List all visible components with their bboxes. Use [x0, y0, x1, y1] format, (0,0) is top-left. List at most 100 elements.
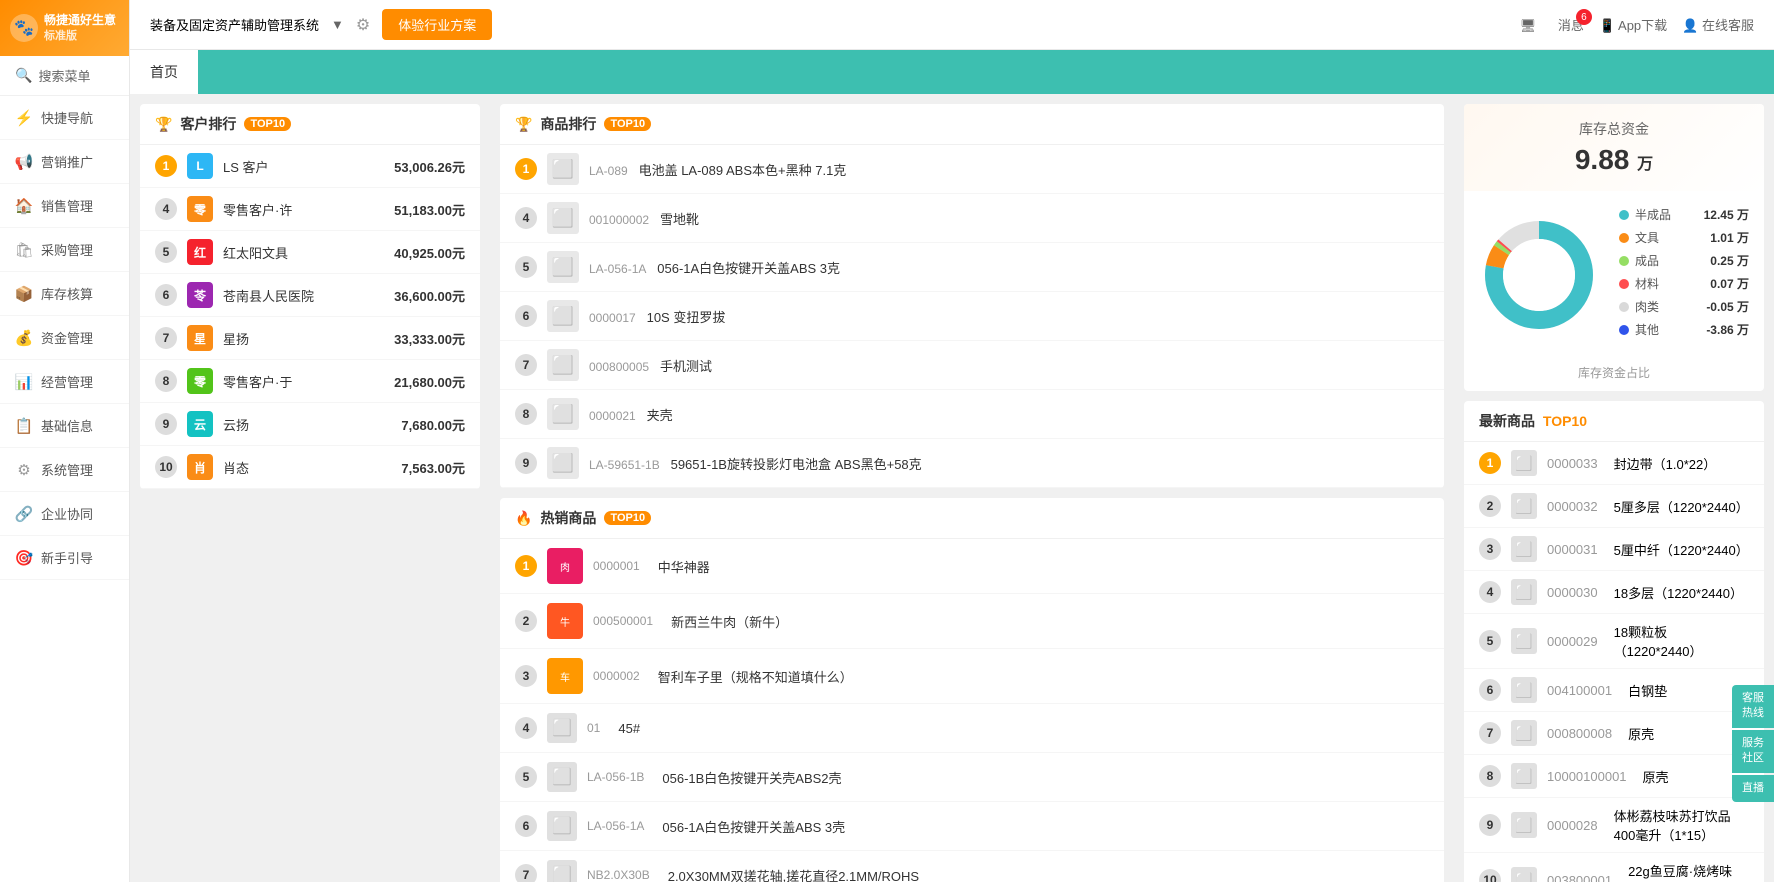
float-btn-service[interactable]: 客服热线 — [1732, 685, 1774, 728]
customer-rank-1[interactable]: 1 L LS 客户 53,006.26元 — [140, 145, 480, 188]
product-rank-7[interactable]: 9 ⬜ LA-59651-1B 59651-1B旋转投影灯电池盒 ABS黑色+5… — [500, 439, 1444, 488]
marketing-icon: 📢 — [15, 153, 33, 171]
product-rank-6[interactable]: 8 ⬜ 0000021 夹壳 — [500, 390, 1444, 439]
customer-rank-7[interactable]: 9 云 云扬 7,680.00元 — [140, 403, 480, 446]
hot-rank-5: 5 — [515, 766, 537, 788]
new-product-4[interactable]: 4 ⬜ 0000030 18多层（1220*2440） — [1464, 571, 1764, 614]
new-product-10[interactable]: 10 ⬜ 003800001 22g鱼豆腐·烧烤味（1*12*20） — [1464, 853, 1764, 882]
shortcut-icon: ⚡ — [15, 109, 33, 127]
new-product-3[interactable]: 3 ⬜ 0000031 5厘中纤（1220*2440） — [1464, 528, 1764, 571]
new-product-7[interactable]: 7 ⬜ 000800008 原壳 — [1464, 712, 1764, 755]
customer-avatar-8: 肖 — [187, 454, 213, 480]
sidebar-item-marketing[interactable]: 📢 营销推广 — [0, 140, 129, 184]
inventory-chart: 半成品 12.45 万 文具 1.01 万 成品 0.25 万 — [1464, 191, 1764, 359]
customer-avatar-5: 星 — [187, 325, 213, 351]
product-rank-5[interactable]: 7 ⬜ 000800005 手机测试 — [500, 341, 1444, 390]
message-icon: 🖥 — [1520, 18, 1537, 33]
product-thumb-7: ⬜ — [547, 447, 579, 479]
customer-rank-8[interactable]: 10 肖 肖态 7,563.00元 — [140, 446, 480, 489]
app-download[interactable]: 📱 App下载 — [1599, 15, 1667, 34]
hot-product-6[interactable]: 6 ⬜ LA-056-1A 056-1A白色按键开关盖ABS 3壳 — [500, 802, 1444, 851]
product-rank-1[interactable]: 1 ⬜ LA-089 电池盖 LA-089 ABS本色+黑种 7.1克 — [500, 145, 1444, 194]
legend-value-5: -0.05 万 — [1706, 298, 1749, 315]
legend-item-2: 文具 1.01 万 — [1619, 229, 1749, 246]
tab-home-label: 首页 — [150, 64, 178, 80]
product-rank-2[interactable]: 4 ⬜ 001000002 雪地靴 — [500, 194, 1444, 243]
sidebar-item-base[interactable]: 📋 基础信息 — [0, 404, 129, 448]
product-rank-4[interactable]: 6 ⬜ 0000017 10S 变扭罗拔 — [500, 292, 1444, 341]
trophy-icon: 🏆 — [155, 116, 172, 133]
settings-icon[interactable]: ⚙ — [356, 15, 370, 35]
customer-value-8: 7,563.00元 — [401, 458, 465, 477]
trial-button[interactable]: 体验行业方案 — [382, 9, 492, 40]
product-rank-3[interactable]: 5 ⬜ LA-056-1A 056-1A白色按键开关盖ABS 3克 — [500, 243, 1444, 292]
hot-thumb-7: ⬜ — [547, 860, 577, 882]
inventory-icon: 📦 — [15, 285, 33, 303]
new-thumb-5: ⬜ — [1511, 628, 1537, 654]
new-thumb-4: ⬜ — [1511, 579, 1537, 605]
sidebar-item-operation[interactable]: 📊 经营管理 — [0, 360, 129, 404]
online-service[interactable]: 👤 在线客服 — [1682, 15, 1754, 34]
header-left: 装备及固定资产辅助管理系统 ▼ ⚙ 体验行业方案 — [150, 9, 492, 40]
customer-ranking-header: 🏆 客户排行 TOP10 — [140, 104, 480, 145]
new-thumb-2: ⬜ — [1511, 493, 1537, 519]
customer-ranking-badge: TOP10 — [244, 117, 291, 131]
new-name-10: 22g鱼豆腐·烧烤味（1*12*20） — [1628, 861, 1749, 882]
sidebar-item-shortcut[interactable]: ⚡ 快捷导航 — [0, 96, 129, 140]
new-code-5: 0000029 — [1547, 634, 1598, 649]
hot-product-5[interactable]: 5 ⬜ LA-056-1B 056-1B白色按键开关壳ABS2壳 — [500, 753, 1444, 802]
customer-rank-6[interactable]: 8 零 零售客户·于 21,680.00元 — [140, 360, 480, 403]
customer-avatar-7: 云 — [187, 411, 213, 437]
new-product-2[interactable]: 2 ⬜ 0000032 5厘多层（1220*2440） — [1464, 485, 1764, 528]
sidebar-item-label: 营销推广 — [41, 152, 93, 171]
sidebar-item-sales[interactable]: 🏠 销售管理 — [0, 184, 129, 228]
flame-icon: 🔥 — [515, 510, 532, 527]
new-thumb-3: ⬜ — [1511, 536, 1537, 562]
sidebar-item-collab[interactable]: 🔗 企业协同 — [0, 492, 129, 536]
customer-value-2: 51,183.00元 — [394, 200, 465, 219]
tab-home[interactable]: 首页 — [130, 50, 198, 94]
customer-ranking-title: 客户排行 — [180, 114, 236, 134]
prod-rank-num-2: 4 — [515, 207, 537, 229]
sidebar-item-system[interactable]: ⚙ 系统管理 — [0, 448, 129, 492]
search-menu-label: 搜索菜单 — [38, 66, 90, 85]
hot-product-1[interactable]: 1 肉 0000001 中华神器 — [500, 539, 1444, 594]
sidebar-item-label: 经营管理 — [41, 372, 93, 391]
new-product-1[interactable]: 1 ⬜ 0000033 封边带（1.0*22） — [1464, 442, 1764, 485]
legend-item-6: 其他 -3.86 万 — [1619, 321, 1749, 338]
new-product-5[interactable]: 5 ⬜ 0000029 18颗粒板（1220*2440） — [1464, 614, 1764, 669]
prod-rank-num-6: 8 — [515, 403, 537, 425]
new-rank-3: 3 — [1479, 538, 1501, 560]
legend-value-2: 1.01 万 — [1710, 229, 1749, 246]
search-menu[interactable]: 🔍 搜索菜单 — [0, 56, 129, 96]
float-btn-live[interactable]: 直播 — [1732, 775, 1774, 802]
product-thumb-2: ⬜ — [547, 202, 579, 234]
customer-rank-5[interactable]: 7 星 星扬 33,333.00元 — [140, 317, 480, 360]
sidebar-item-inventory[interactable]: 📦 库存核算 — [0, 272, 129, 316]
hot-product-4[interactable]: 4 ⬜ 01 45# — [500, 704, 1444, 753]
sidebar-item-guide[interactable]: 🎯 新手引导 — [0, 536, 129, 580]
donut-chart — [1479, 215, 1599, 335]
legend-value-6: -3.86 万 — [1706, 321, 1749, 338]
inventory-card: 库存总资金 9.88 万 — [1464, 104, 1764, 391]
product-code-1: LA-089 — [589, 164, 628, 178]
sidebar-item-finance[interactable]: 💰 资金管理 — [0, 316, 129, 360]
new-product-8[interactable]: 8 ⬜ 10000100001 原壳 — [1464, 755, 1764, 798]
hot-products-card: 🔥 热销商品 TOP10 1 肉 0000001 中华神器 2 牛 — [500, 498, 1444, 882]
product-name-6: 夹壳 — [647, 408, 673, 423]
main-content: 装备及固定资产辅助管理系统 ▼ ⚙ 体验行业方案 🖥 6 消息 📱 App下载 … — [130, 0, 1774, 882]
header-dropdown[interactable]: ▼ — [331, 17, 344, 32]
customer-rank-2[interactable]: 4 零 零售客户·许 51,183.00元 — [140, 188, 480, 231]
customer-rank-4[interactable]: 6 苓 苍南县人民医院 36,600.00元 — [140, 274, 480, 317]
sidebar-item-purchase[interactable]: 🛍 采购管理 — [0, 228, 129, 272]
product-thumb-5: ⬜ — [547, 349, 579, 381]
message-badge[interactable]: 🖥 6 消息 — [1520, 15, 1584, 34]
customer-rank-3[interactable]: 5 红 红太阳文具 40,925.00元 — [140, 231, 480, 274]
new-product-9[interactable]: 9 ⬜ 0000028 体彬荔枝味苏打饮品400毫升（1*15） — [1464, 798, 1764, 853]
float-btn-community[interactable]: 服务社区 — [1732, 730, 1774, 773]
hot-product-3[interactable]: 3 车 0000002 智利车子里（规格不知道填什么） — [500, 649, 1444, 704]
new-product-6[interactable]: 6 ⬜ 004100001 白钢垫 — [1464, 669, 1764, 712]
hot-product-2[interactable]: 2 牛 000500001 新西兰牛肉（新牛） — [500, 594, 1444, 649]
hot-name-4: 45# — [618, 721, 640, 736]
hot-product-7[interactable]: 7 ⬜ NB2.0X30B 2.0X30MM双搓花轴,搓花直径2.1MM/ROH… — [500, 851, 1444, 882]
